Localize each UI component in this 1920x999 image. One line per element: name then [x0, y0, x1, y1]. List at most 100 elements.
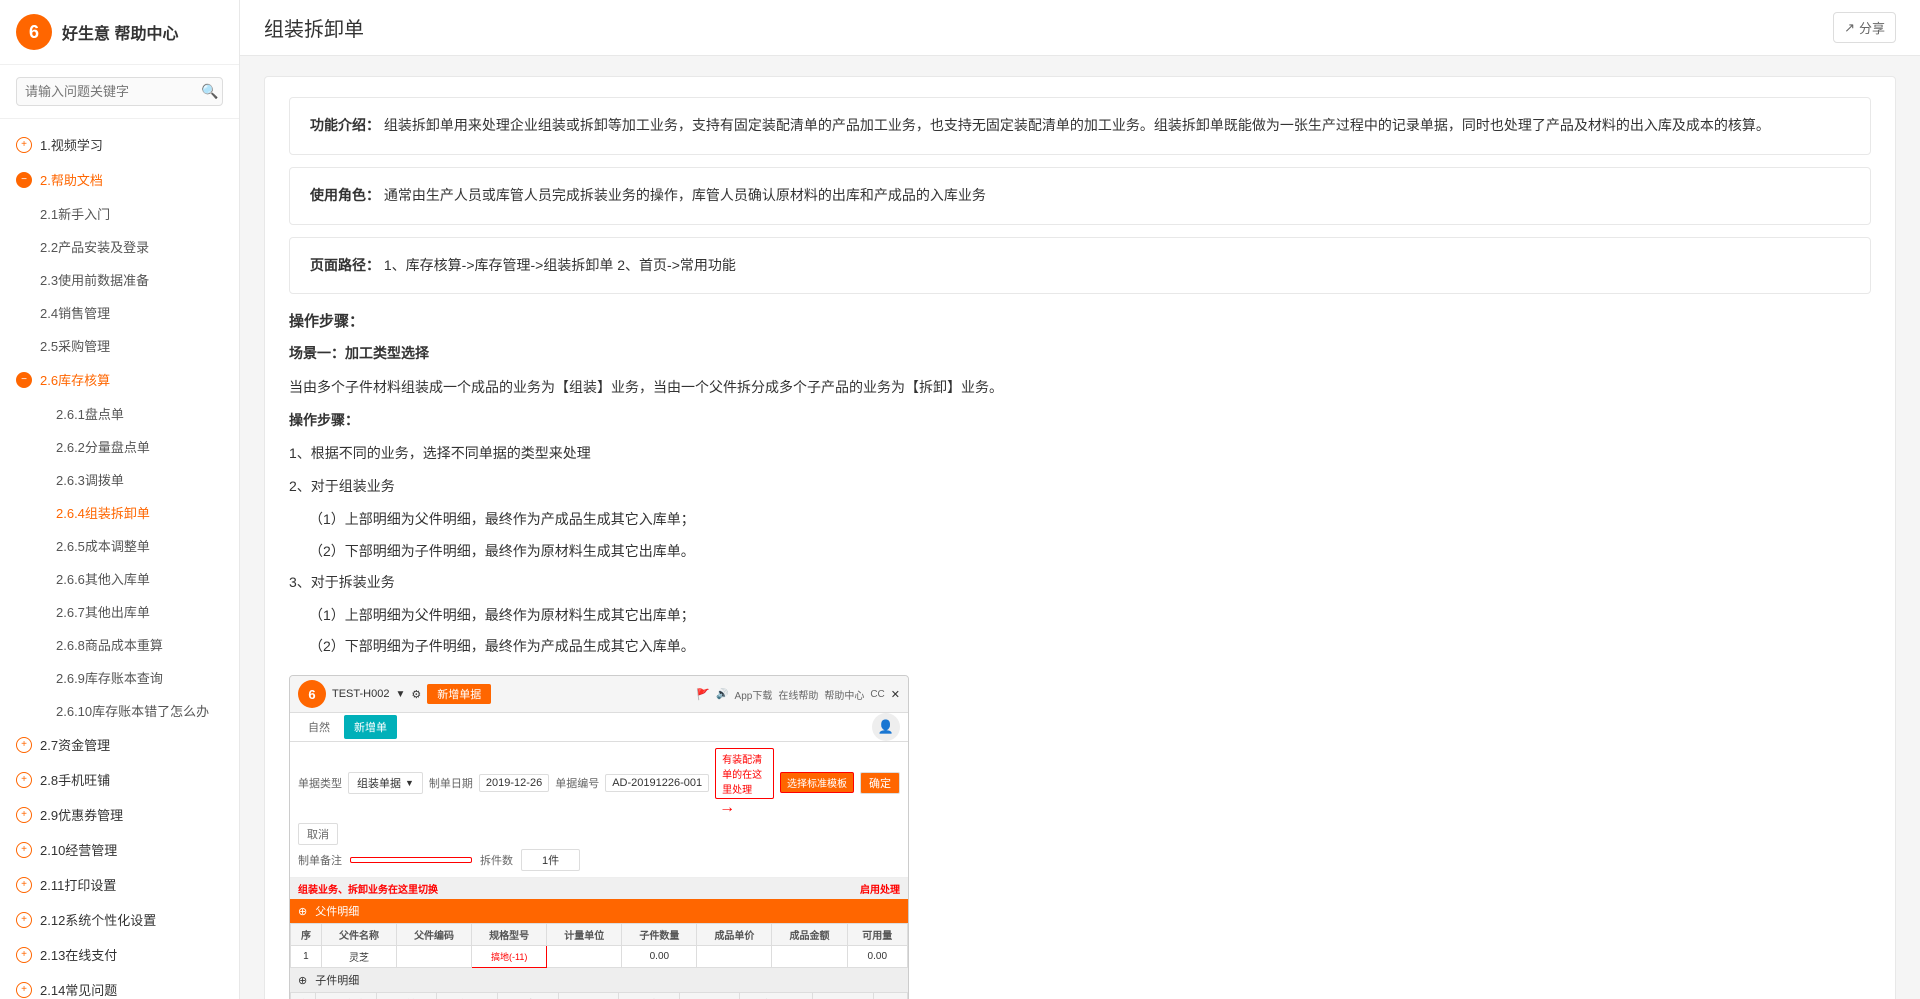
mock-app: 6 TEST-H002 ▼ ⚙ 新增单据 🚩 🔊 App下载 在线帮助 帮助中心…: [289, 675, 909, 999]
sidebar-item-assembly[interactable]: 2.6.4组装拆卸单: [0, 496, 239, 529]
td-available: 0.00: [847, 946, 907, 968]
step3-1: （1）上部明细为父件明细，最终作为原材料生成其它出库单；: [309, 603, 1871, 628]
sidebar-item-finance[interactable]: + 2.7资金管理: [0, 727, 239, 762]
upper-table-header: ⊕ 父件明细: [290, 899, 908, 923]
sidebar-label-finance: 2.7资金管理: [40, 735, 110, 754]
app-download-label: App下载: [735, 687, 773, 702]
date-label: 制单日期: [429, 775, 473, 791]
nav-section-2: − 2.帮助文档 2.1新手入门 2.2产品安装及登录 2.3使用前数据准备 2…: [0, 162, 239, 999]
app-logo-icon: 6: [298, 680, 326, 708]
sidebar-item-purchase[interactable]: 2.5采购管理: [0, 329, 239, 362]
sidebar-item-stocktake2[interactable]: 2.6.2分量盘点单: [0, 430, 239, 463]
sidebar-item-coupon[interactable]: + 2.9优惠券管理: [0, 797, 239, 832]
nav-sub-items-2: 2.1新手入门 2.2产品安装及登录 2.3使用前数据准备 2.4销售管理 2.…: [0, 197, 239, 999]
settings-icon: ⚙: [411, 688, 421, 701]
content-body: 功能介绍： 组装拆卸单用来处理企业组装或拆卸等加工业务，支持有固定装配清单的产品…: [264, 76, 1896, 999]
doc-type-select[interactable]: 组装单据 ▼: [348, 772, 423, 794]
annotation-row-2: 组装业务、拆卸业务在这里切换 启用处理: [290, 878, 908, 899]
nav-sub-items-26: 2.6.1盘点单 2.6.2分量盘点单 2.6.3调拨单 2.6.4组装拆卸单 …: [0, 397, 239, 727]
expand-icon: +: [16, 137, 32, 153]
lower-table-icon: ⊕: [298, 974, 307, 987]
sidebar-label-payment: 2.13在线支付: [40, 945, 117, 964]
arrow-icon-1: →: [719, 799, 735, 816]
upper-table: 序 父件名称 父件编码 规格型号 计量单位 子件数量 成品单价 成品金额 可用量: [290, 923, 908, 968]
mock-titlebar: 6 TEST-H002 ▼ ⚙ 新增单据 🚩 🔊 App下载 在线帮助 帮助中心…: [290, 676, 908, 713]
sub-input[interactable]: 1件: [521, 849, 580, 871]
sidebar-item-print[interactable]: + 2.11打印设置: [0, 867, 239, 902]
sidebar-label-coupon: 2.9优惠券管理: [40, 805, 123, 824]
close-icon[interactable]: ✕: [891, 688, 900, 701]
sidebar-item-outbound[interactable]: 2.6.7其他出库单: [0, 595, 239, 628]
th-amount: 成品金额: [772, 924, 847, 946]
sidebar-item-payment[interactable]: + 2.13在线支付: [0, 937, 239, 972]
sidebar-item-inbound[interactable]: 2.6.6其他入库单: [0, 562, 239, 595]
date-input[interactable]: 2019-12-26: [479, 774, 549, 792]
scene1-desc: 当由多个子件材料组装成一个成品的业务为【组装】业务，当由一个父件拆分成多个子产品…: [289, 375, 1871, 400]
annot-text-3: 启用处理: [860, 881, 900, 896]
share-button[interactable]: ↗ 分享: [1833, 12, 1896, 43]
cancel-btn[interactable]: 取消: [298, 823, 338, 845]
sidebar-item-video[interactable]: + 1.视频学习: [0, 127, 239, 162]
th-available: 可用量: [847, 924, 907, 946]
new-doc-btn[interactable]: 新增单据: [427, 684, 491, 704]
sidebar-item-helpdoc[interactable]: − 2.帮助文档: [0, 162, 239, 197]
user-avatar[interactable]: 👤: [872, 713, 900, 741]
sidebar-item-faq[interactable]: + 2.14常见问题: [0, 972, 239, 999]
sidebar-item-install[interactable]: 2.2产品安装及登录: [0, 230, 239, 263]
sidebar-item-sales[interactable]: 2.4销售管理: [0, 296, 239, 329]
annot-box-1: 有装配清单的在这里处理: [715, 748, 774, 799]
expand-icon-9: +: [16, 947, 32, 963]
collapse-icon: −: [16, 172, 32, 188]
lth-name: 子件名称: [315, 993, 376, 999]
td-seq: 1: [291, 946, 322, 968]
company-name: TEST-H002: [332, 688, 389, 700]
remark-input[interactable]: [350, 857, 472, 863]
template-btn[interactable]: 选择标准模板: [780, 772, 854, 793]
lower-table: 序 子件名称 物料编码 规格型号 子件数量 子件单价 子件金额 费用分拆 剩余可…: [290, 992, 908, 999]
scene1-title: 场景一：加工类型选择: [289, 341, 1871, 366]
search-input[interactable]: [25, 84, 201, 99]
lth-code: 物料编码: [376, 993, 437, 999]
intro-card: 功能介绍： 组装拆卸单用来处理企业组装或拆卸等加工业务，支持有固定装配清单的产品…: [289, 97, 1871, 155]
cc-label: CC: [870, 689, 884, 700]
td-parent-name: 灵芝: [321, 946, 396, 968]
sidebar-item-costrecalc[interactable]: 2.6.8商品成本重算: [0, 628, 239, 661]
td-unit: [547, 946, 622, 968]
expand-icon-8: +: [16, 912, 32, 928]
sidebar-item-newuser[interactable]: 2.1新手入门: [0, 197, 239, 230]
doc-type-arrow: ▼: [405, 778, 414, 788]
th-unit: 计量单位: [547, 924, 622, 946]
nav-section-1: + 1.视频学习: [0, 127, 239, 162]
expand-icon-5: +: [16, 807, 32, 823]
nav-tree: + 1.视频学习 − 2.帮助文档 2.1新手入门 2.2产品安装及登录 2.3…: [0, 119, 239, 999]
th-unit-price: 成品单价: [697, 924, 772, 946]
remark-row: 制单备注 拆件数 1件: [298, 849, 900, 871]
sidebar-item-inventory[interactable]: − 2.6库存核算: [0, 362, 239, 397]
sidebar-item-ops[interactable]: + 2.10经营管理: [0, 832, 239, 867]
sidebar-item-transfer[interactable]: 2.6.3调拨单: [0, 463, 239, 496]
lower-table-header-row: 序 子件名称 物料编码 规格型号 子件数量 子件单价 子件金额 费用分拆 剩余可…: [291, 993, 908, 999]
search-area: 🔍: [0, 65, 239, 119]
mock-tabbar: 自然 新增单 👤: [290, 713, 908, 742]
sidebar-item-settings[interactable]: + 2.12系统个性化设置: [0, 902, 239, 937]
tab-natural[interactable]: 自然: [298, 715, 340, 739]
ref-input[interactable]: AD-20191226-001: [605, 774, 709, 792]
help-center-label: 帮助中心: [824, 687, 864, 702]
tab-newdoc[interactable]: 新增单: [344, 715, 397, 739]
sidebar-item-stocktake[interactable]: 2.6.1盘点单: [0, 397, 239, 430]
sidebar-item-mobile[interactable]: + 2.8手机旺铺: [0, 762, 239, 797]
sidebar-label-print: 2.11打印设置: [40, 875, 116, 894]
sidebar-item-ledgererr[interactable]: 2.6.10库存账本错了怎么办: [0, 694, 239, 727]
sidebar-label-faq: 2.14常见问题: [40, 980, 117, 999]
role-label: 使用角色：: [310, 187, 380, 203]
online-help-label: 在线帮助: [778, 687, 818, 702]
content-area: 功能介绍： 组装拆卸单用来处理企业组装或拆卸等加工业务，支持有固定装配清单的产品…: [240, 56, 1920, 999]
sidebar-item-costadj[interactable]: 2.6.5成本调整单: [0, 529, 239, 562]
step1: 1、根据不同的业务，选择不同单据的类型来处理: [289, 441, 1871, 466]
sidebar-item-ledger[interactable]: 2.6.9库存账本查询: [0, 661, 239, 694]
confirm-btn[interactable]: 确定: [860, 772, 900, 794]
search-icon[interactable]: 🔍: [201, 83, 218, 100]
dropdown-icon: ▼: [395, 689, 405, 700]
sidebar-item-dataprep[interactable]: 2.3使用前数据准备: [0, 263, 239, 296]
intro-text: 组装拆卸单用来处理企业组装或拆卸等加工业务，支持有固定装配清单的产品加工业务，也…: [384, 117, 1770, 133]
